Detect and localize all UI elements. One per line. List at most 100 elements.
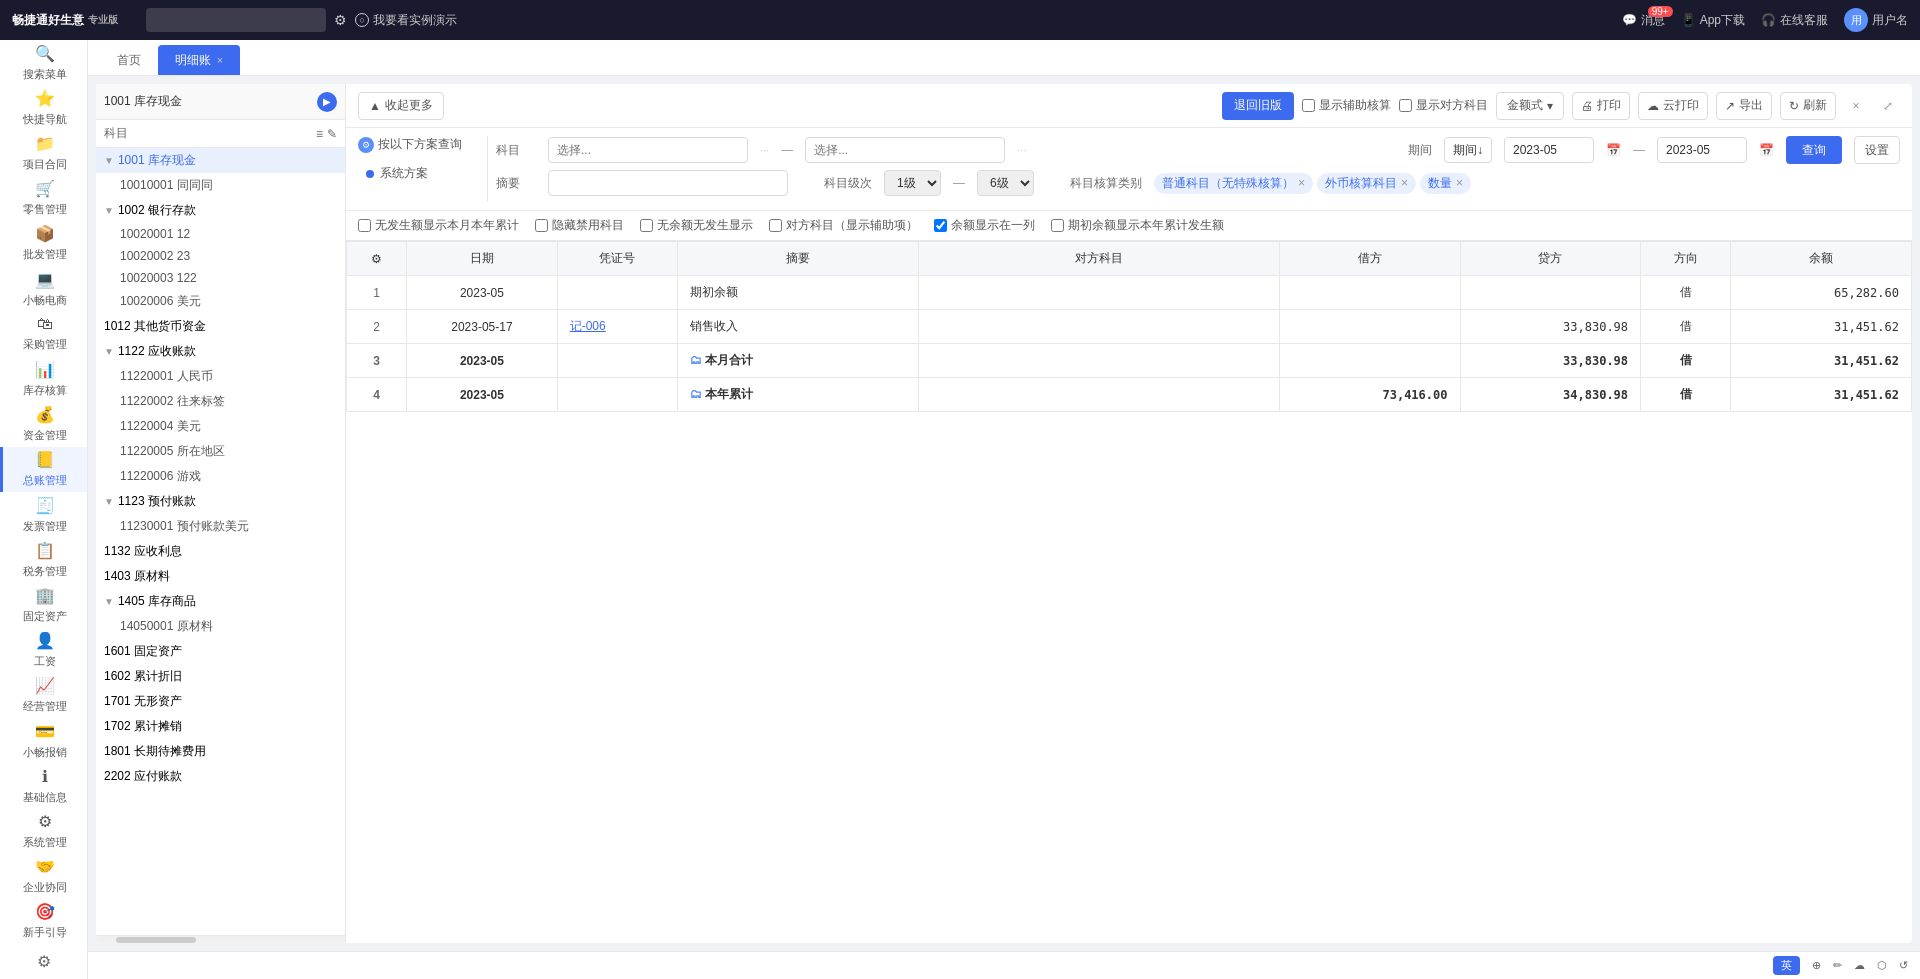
subject-input-end[interactable] <box>805 137 1005 163</box>
back-old-version-btn[interactable]: 退回旧版 <box>1222 92 1294 120</box>
status-cloud-btn[interactable]: ☁ <box>1854 959 1865 972</box>
message-btn[interactable]: 💬 消息 99+ <box>1622 12 1665 29</box>
tree-edit-icon[interactable]: ✎ <box>327 127 337 141</box>
status-refresh-btn[interactable]: ↺ <box>1899 959 1908 972</box>
show-opposite-check[interactable]: 显示对方科目 <box>1399 97 1488 114</box>
sidebar-item-base-info[interactable]: ℹ 基础信息 <box>0 763 87 808</box>
sidebar-item-system[interactable]: ⚙ 系统管理 <box>0 808 87 853</box>
tree-node-1001[interactable]: ▼ 1001 库存现金 <box>96 148 345 173</box>
tree-horizontal-scroll[interactable] <box>96 935 345 943</box>
expand-panel-btn[interactable]: ⤢ <box>1876 94 1900 118</box>
tab-home[interactable]: 首页 <box>100 45 158 75</box>
sidebar-item-capital[interactable]: 💰 资金管理 <box>0 402 87 447</box>
period-type-btn[interactable]: 期间↓ <box>1444 137 1492 163</box>
no-balance-cb[interactable] <box>640 219 653 232</box>
query-btn[interactable]: 查询 <box>1786 136 1842 164</box>
tree-node-10020001[interactable]: 10020001 12 <box>96 223 345 245</box>
sidebar-item-operations[interactable]: 📈 经营管理 <box>0 673 87 718</box>
tree-node-11220004[interactable]: 11220004 美元 <box>96 414 345 439</box>
tree-node-10020002[interactable]: 10020002 23 <box>96 245 345 267</box>
hide-disabled-cb[interactable] <box>535 219 548 232</box>
level-end-select[interactable]: 1级2级3级4级5级6级 <box>977 170 1034 196</box>
tab-close-btn[interactable]: × <box>217 55 223 66</box>
tree-node-11220006[interactable]: 11220006 游戏 <box>96 464 345 489</box>
tree-nav-btn[interactable]: ▶ <box>317 92 337 112</box>
tag-normal-remove[interactable]: × <box>1298 176 1305 190</box>
sidebar-item-wholesale[interactable]: 📦 批发管理 <box>0 221 87 266</box>
row-voucher-2[interactable]: 记-006 <box>557 310 677 344</box>
print-btn[interactable]: 🖨 打印 <box>1572 92 1630 120</box>
tree-node-10020003[interactable]: 10020003 122 <box>96 267 345 289</box>
check-hide-disabled[interactable]: 隐藏禁用科目 <box>535 217 624 234</box>
balance-single-cb[interactable] <box>934 219 947 232</box>
tree-node-1702[interactable]: 1702 累计摊销 <box>96 714 345 739</box>
level-start-select[interactable]: 1级2级3级4级5级6级 <box>884 170 941 196</box>
tree-node-10020006[interactable]: 10020006 美元 <box>96 289 345 314</box>
calendar-end-icon[interactable]: 📅 <box>1759 143 1774 157</box>
status-edit-btn[interactable]: ✏ <box>1833 959 1842 972</box>
close-panel-btn[interactable]: × <box>1844 94 1868 118</box>
period-end[interactable] <box>1657 137 1747 163</box>
cloud-print-btn[interactable]: ☁ 云打印 <box>1638 92 1708 120</box>
tree-node-1002[interactable]: ▼ 1002 银行存款 <box>96 198 345 223</box>
show-opposite-checkbox[interactable] <box>1399 99 1412 112</box>
sidebar-item-ecommerce[interactable]: 💻 小畅电商 <box>0 266 87 311</box>
tab-ledger[interactable]: 明细账 × <box>158 45 240 75</box>
check-no-occurrence[interactable]: 无发生额显示本月本年累计 <box>358 217 519 234</box>
export-btn[interactable]: ↗ 导出 <box>1716 92 1772 120</box>
sidebar-item-guide[interactable]: 🎯 新手引导 <box>0 899 87 944</box>
calendar-start-icon[interactable]: 📅 <box>1606 143 1621 157</box>
sidebar-item-expense[interactable]: 💳 小畅报销 <box>0 718 87 763</box>
tree-node-1801[interactable]: 1801 长期待摊费用 <box>96 739 345 764</box>
sidebar-item-fixed-assets[interactable]: 🏢 固定资产 <box>0 582 87 627</box>
sidebar-item-search[interactable]: 🔍 搜索菜单 <box>0 40 87 85</box>
tree-list-icon[interactable]: ≡ <box>316 127 323 141</box>
status-lang-btn[interactable]: 英 <box>1773 956 1800 975</box>
check-balance-single-row[interactable]: 余额显示在一列 <box>934 217 1035 234</box>
query-panel-header[interactable]: ⚙ 按以下方案查询 <box>358 136 479 153</box>
opposite-cb[interactable] <box>769 219 782 232</box>
top-search-input[interactable] <box>146 8 326 32</box>
show-auxiliary-checkbox[interactable] <box>1302 99 1315 112</box>
sidebar-item-hr[interactable]: 👤 工资 <box>0 628 87 673</box>
app-download-btn[interactable]: 📱 App下载 <box>1681 12 1745 29</box>
sidebar-setting-icon[interactable]: ⚙ <box>37 952 51 971</box>
filter-setting-btn[interactable]: 设置 <box>1854 136 1900 164</box>
tree-node-14050001[interactable]: 14050001 原材料 <box>96 614 345 639</box>
check-no-balance[interactable]: 无余额无发生显示 <box>640 217 753 234</box>
opening-balance-cb[interactable] <box>1051 219 1064 232</box>
table-setting-icon[interactable]: ⚙ <box>371 252 382 266</box>
sidebar-item-retail[interactable]: 🛒 零售管理 <box>0 176 87 221</box>
no-occurrence-cb[interactable] <box>358 219 371 232</box>
tree-node-1122[interactable]: ▼ 1122 应收账款 <box>96 339 345 364</box>
tree-node-1403[interactable]: 1403 原材料 <box>96 564 345 589</box>
subject-input-start[interactable] <box>548 137 748 163</box>
tree-node-11220001[interactable]: 11220001 人民币 <box>96 364 345 389</box>
refresh-btn[interactable]: ↻ 刷新 <box>1780 92 1836 120</box>
tree-node-1701[interactable]: 1701 无形资产 <box>96 689 345 714</box>
sidebar-item-general-ledger[interactable]: 📒 总账管理 <box>0 447 87 492</box>
tree-node-11220005[interactable]: 11220005 所在地区 <box>96 439 345 464</box>
tree-node-1602[interactable]: 1602 累计折旧 <box>96 664 345 689</box>
online-service-btn[interactable]: 🎧 在线客服 <box>1761 12 1828 29</box>
sidebar-item-quick-nav[interactable]: ⭐ 快捷导航 <box>0 85 87 130</box>
summary-input[interactable] <box>548 170 788 196</box>
sidebar-item-project[interactable]: 📁 项目合同 <box>0 130 87 175</box>
format-btn[interactable]: 金额式 ▾ <box>1496 92 1564 120</box>
tree-node-1601[interactable]: 1601 固定资产 <box>96 639 345 664</box>
tree-node-1405[interactable]: ▼ 1405 库存商品 <box>96 589 345 614</box>
sidebar-item-inventory[interactable]: 📊 库存核算 <box>0 356 87 401</box>
status-hex-btn[interactable]: ⬡ <box>1877 959 1887 972</box>
demo-link[interactable]: ○ 我要看实例演示 <box>355 12 457 29</box>
voucher-link[interactable]: 记-006 <box>570 319 606 333</box>
period-start[interactable] <box>1504 137 1594 163</box>
expand-btn[interactable]: ▲ 收起更多 <box>358 92 444 120</box>
tree-node-1132[interactable]: 1132 应收利息 <box>96 539 345 564</box>
tree-node-1012[interactable]: 1012 其他货币资金 <box>96 314 345 339</box>
sidebar-item-invoice[interactable]: 🧾 发票管理 <box>0 492 87 537</box>
sidebar-item-cooperation[interactable]: 🤝 企业协同 <box>0 854 87 899</box>
tree-node-11230001[interactable]: 11230001 预付账款美元 <box>96 514 345 539</box>
scheme-system[interactable]: 系统方案 <box>358 161 479 186</box>
check-opening-balance[interactable]: 期初余额显示本年累计发生额 <box>1051 217 1224 234</box>
tag-quantity-remove[interactable]: × <box>1456 176 1463 190</box>
